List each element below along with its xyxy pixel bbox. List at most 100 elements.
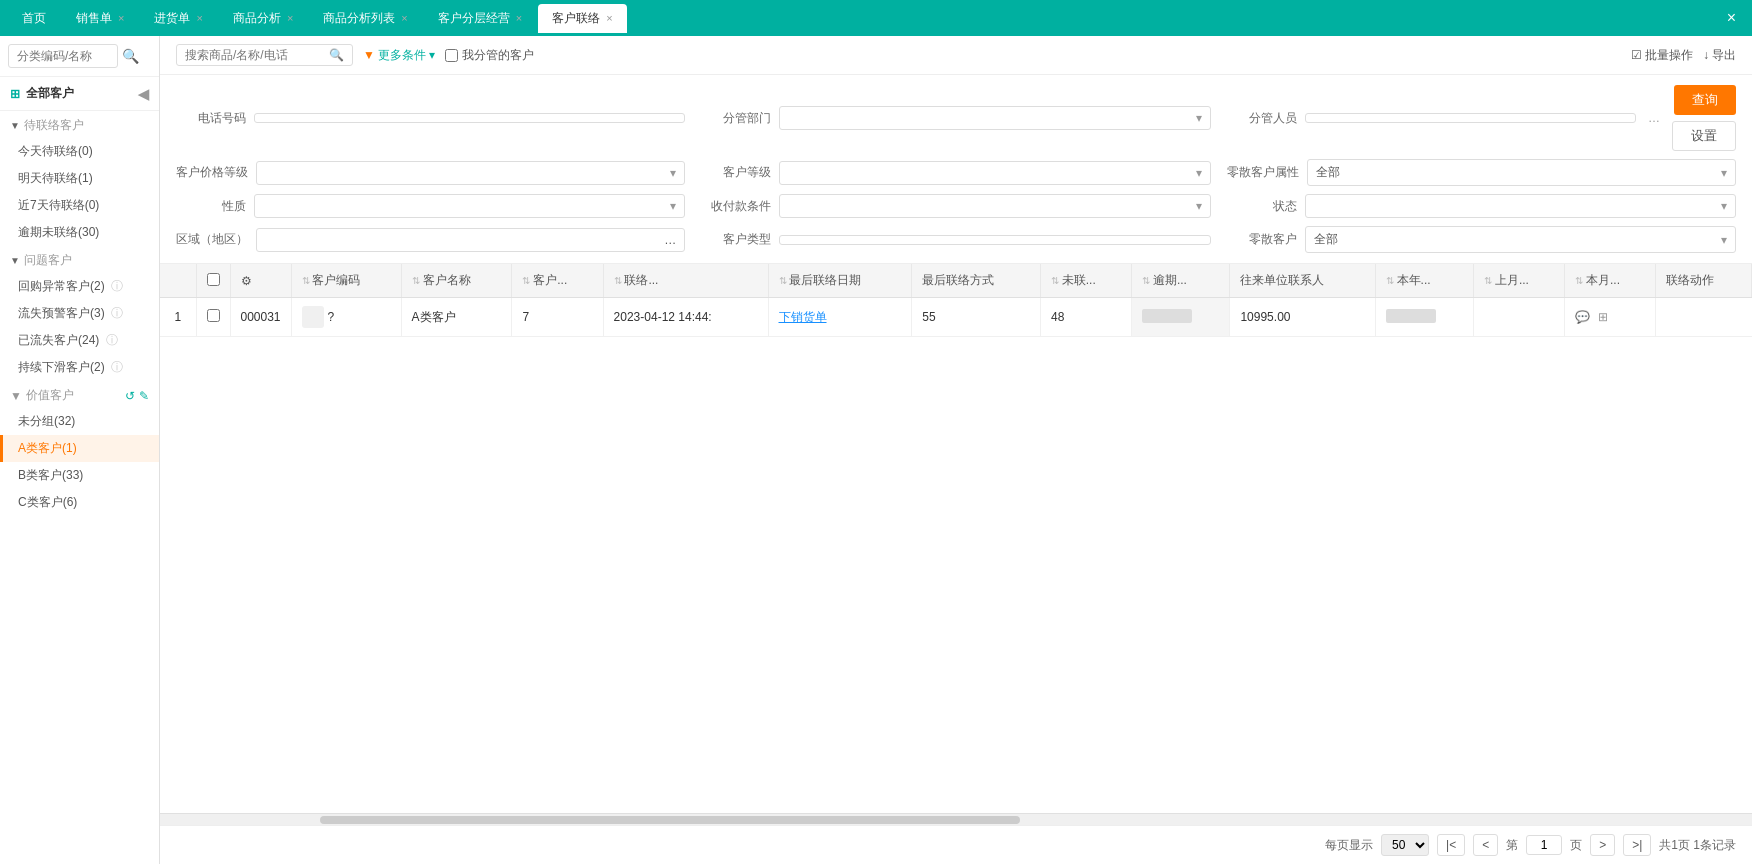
customer-type-input[interactable] [779,235,1210,245]
col-unit-contact[interactable]: 往来单位联系人 [1230,264,1375,298]
more-conditions-btn[interactable]: ▼ 更多条件 ▾ [363,47,435,64]
sidebar-item-unclassified[interactable]: 未分组(32) [0,408,159,435]
col-checkbox[interactable] [196,264,230,298]
payment-input[interactable]: ▾ [779,194,1210,218]
sidebar-item-loss-warning[interactable]: 流失预警客户(3) ⓘ [0,300,159,327]
phone-input[interactable] [254,113,685,123]
dept-input[interactable]: ▾ [779,106,1210,130]
sidebar-item-7days[interactable]: 近7天待联络(0) [0,192,159,219]
person-input[interactable] [1305,113,1636,123]
tab-analysis-list[interactable]: 商品分析列表 × [309,4,421,33]
col-customer-code[interactable]: ⇅ 客户编码 [291,264,401,298]
col-settings[interactable]: ⚙ [230,264,291,298]
area-input[interactable]: … [256,228,685,252]
col-sort-icon-2: ⇅ [412,275,423,286]
horizontal-scrollbar[interactable] [160,813,1752,825]
col-sort-icon-9: ⇅ [1484,275,1495,286]
filter-row-price-level: 客户价格等级 ▾ [176,159,685,186]
cell-last-contact-method[interactable]: 下销货单 [768,298,912,337]
cell-checkbox[interactable] [196,298,230,337]
col-this-year[interactable]: ⇅ 本年... [1375,264,1473,298]
sidebar-item-tomorrow[interactable]: 明天待联络(1) [0,165,159,192]
main-search-input[interactable] [185,48,325,62]
col-sort-icon-4: ⇅ [614,275,625,286]
close-tab-customer-contact[interactable]: × [606,12,612,24]
status-label: 状态 [1227,198,1297,215]
sidebar-item-today[interactable]: 今天待联络(0) [0,138,159,165]
customer-level-input[interactable]: ▾ [779,161,1210,185]
col-index [160,264,196,298]
price-level-arrow-icon: ▾ [670,166,676,180]
close-all-tabs[interactable]: × [1719,5,1744,31]
page-number-input[interactable] [1526,835,1562,855]
tab-customer-contact[interactable]: 客户联络 × [538,4,626,33]
col-last-month[interactable]: ⇅ 上月... [1474,264,1565,298]
my-customers-checkbox[interactable] [445,49,458,62]
sidebar-item-overdue[interactable]: 逾期未联络(30) [0,219,159,246]
col-this-month[interactable]: ⇅ 本月... [1565,264,1656,298]
export-btn[interactable]: ↓ 导出 [1703,47,1736,64]
sidebar-item-class-b[interactable]: B类客户(33) [0,462,159,489]
select-all-checkbox[interactable] [207,273,220,286]
scrollbar-thumb[interactable] [320,816,1020,824]
chat-icon[interactable]: 💬 [1575,310,1590,324]
col-sort-icon-8: ⇅ [1386,275,1397,286]
page-size-select[interactable]: 50 [1381,834,1429,856]
sidebar-item-class-c[interactable]: C类客户(6) [0,489,159,516]
prev-page-btn[interactable]: < [1473,834,1498,856]
last-page-btn[interactable]: >| [1623,834,1651,856]
status-input[interactable]: ▾ [1305,194,1736,218]
tab-purchase[interactable]: 进货单 × [140,4,216,33]
my-customers-checkbox-label[interactable]: 我分管的客户 [445,47,534,64]
batch-op-btn[interactable]: ☑ 批量操作 [1631,47,1693,64]
person-more-icon[interactable]: … [1644,111,1664,125]
dept-label: 分管部门 [701,110,771,127]
col-last-contact-method[interactable]: 最后联络方式 [912,264,1041,298]
close-tab-purchase[interactable]: × [196,12,202,24]
main-search[interactable]: 🔍 [176,44,353,66]
sidebar-item-lost[interactable]: 已流失客户(24) ⓘ [0,327,159,354]
col-no-contact[interactable]: ⇅ 未联... [1041,264,1132,298]
query-button[interactable]: 查询 [1674,85,1736,115]
sidebar-search-icon[interactable]: 🔍 [122,48,139,64]
sidebar-collapse-icon[interactable]: ◀ [138,86,149,102]
sidebar-item-repurchase-abnormal[interactable]: 回购异常客户(2) ⓘ [0,273,159,300]
close-tab-analysis[interactable]: × [287,12,293,24]
first-page-btn[interactable]: |< [1437,834,1465,856]
sidebar-item-declining[interactable]: 持续下滑客户(2) ⓘ [0,354,159,381]
customer-level-label: 客户等级 [701,164,771,181]
sidebar-all-customers-header[interactable]: ⊞ 全部客户 ◀ [0,77,159,111]
close-tab-analysis-list[interactable]: × [401,12,407,24]
nature-input[interactable]: ▾ [254,194,685,218]
row-checkbox[interactable] [207,309,220,322]
cell-customer-name[interactable]: ? [292,298,402,336]
dept-arrow-icon: ▾ [1196,111,1202,125]
nature-arrow-icon: ▾ [670,199,676,213]
zero-retail-input[interactable]: 全部 ▾ [1305,226,1736,253]
set-button[interactable]: 设置 [1672,121,1736,151]
sidebar-search-input[interactable] [8,44,118,68]
col-contact-action[interactable]: 联络动作 [1656,264,1752,298]
col-sort-icon-3: ⇅ [522,275,533,286]
tab-customer-tier[interactable]: 客户分层经营 × [424,4,536,33]
tab-analysis[interactable]: 商品分析 × [219,4,307,33]
zero-retail-attr-input[interactable]: 全部 ▾ [1307,159,1736,186]
close-tab-customer-tier[interactable]: × [516,12,522,24]
col-customer-type[interactable]: ⇅ 客户... [512,264,603,298]
main-search-icon[interactable]: 🔍 [329,48,344,62]
tab-sales[interactable]: 销售单 × [62,4,138,33]
filter-row-zero-retail: 零散客户 全部 ▾ [1227,226,1736,253]
next-page-btn[interactable]: > [1590,834,1615,856]
qr-icon[interactable]: ⊞ [1598,310,1608,324]
col-overdue[interactable]: ⇅ 逾期... [1132,264,1230,298]
col-sort-icon-5: ⇅ [779,275,790,286]
price-level-input[interactable]: ▾ [256,161,685,185]
col-customer-name[interactable]: ⇅ 客户名称 [402,264,512,298]
tab-home[interactable]: 首页 [8,4,60,33]
edit-icon[interactable]: ✎ [139,389,149,403]
col-contact[interactable]: ⇅ 联络... [603,264,768,298]
sidebar-item-class-a[interactable]: A类客户(1) [0,435,159,462]
close-tab-sales[interactable]: × [118,12,124,24]
col-last-contact-date[interactable]: ⇅ 最后联络日期 [768,264,912,298]
refresh-icon[interactable]: ↺ [125,389,135,403]
